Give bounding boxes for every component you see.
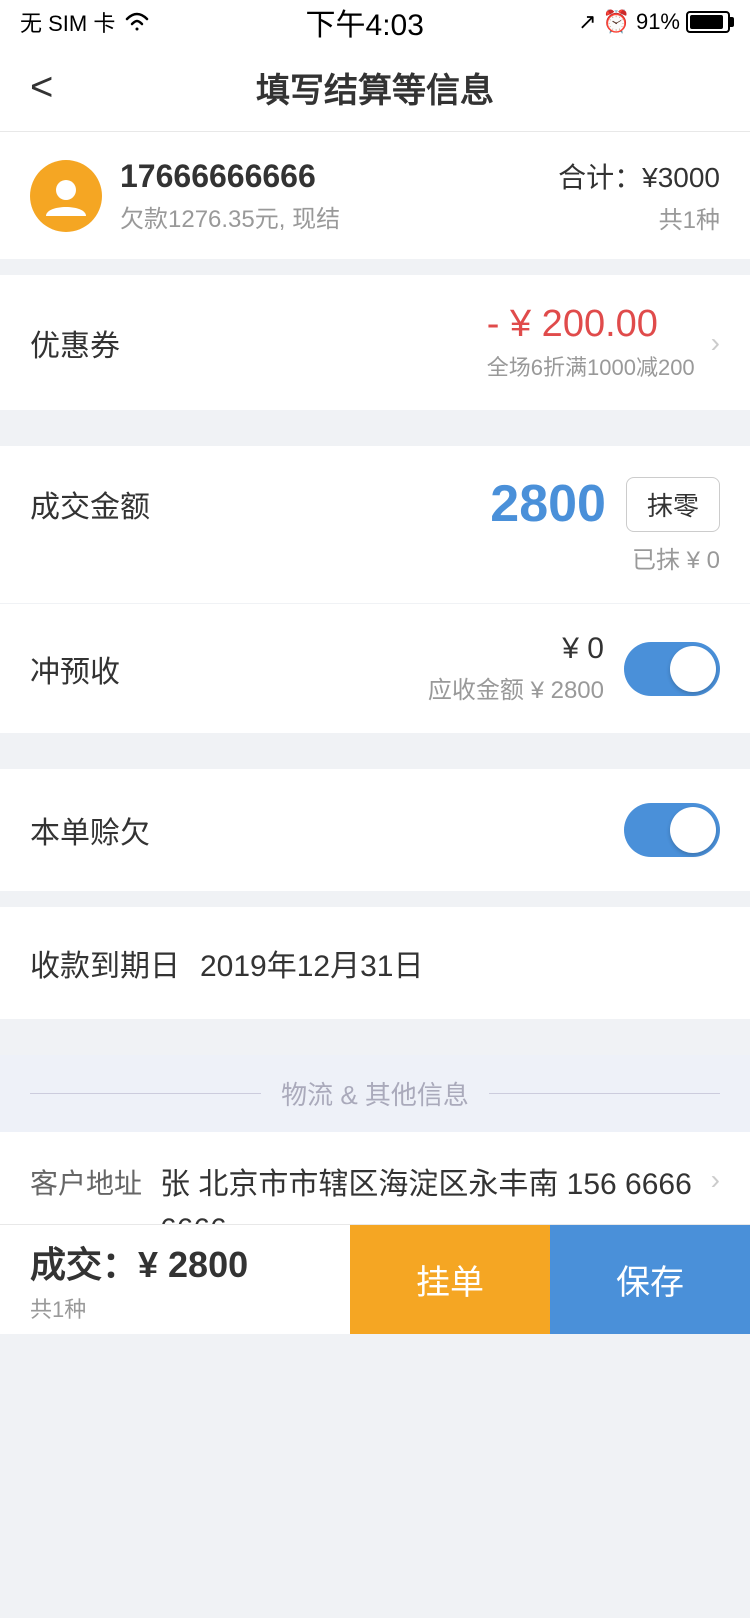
status-left: 无 SIM 卡 [20, 6, 151, 38]
coupon-discount: - ¥ 200.00 [487, 303, 695, 346]
avatar-icon [42, 172, 90, 220]
bottom-info: 成交：¥ 2800 共1种 [0, 1225, 350, 1334]
avatar [30, 160, 102, 232]
customer-left: 17666666666 欠款1276.35元, 现结 [30, 158, 340, 234]
prepay-toggle[interactable] [624, 642, 720, 696]
customer-phone: 17666666666 [120, 158, 340, 195]
logistics-divider: 物流 & 其他信息 [0, 1055, 750, 1132]
coupon-label: 优惠券 [30, 321, 120, 365]
coupon-row[interactable]: 优惠券 - ¥ 200.00 全场6折满1000减200 › [0, 275, 750, 410]
duedate-value: 2019年12月31日 [200, 941, 423, 985]
toggle-knob [670, 646, 716, 692]
section-separator-3 [0, 1035, 750, 1055]
duedate-label: 收款到期日 [30, 941, 180, 985]
bottom-total: 成交：¥ 2800 [30, 1236, 320, 1288]
bottom-bar: 成交：¥ 2800 共1种 挂单 保存 [0, 1224, 750, 1334]
save-button[interactable]: 保存 [550, 1225, 750, 1334]
customer-right: 合计：¥3000 共1种 [558, 156, 720, 235]
nav-bar: < 填写结算等信息 [0, 44, 750, 132]
amount-right: 2800 抹零 [490, 474, 720, 534]
debt-toggle[interactable] [624, 803, 720, 857]
bottom-summary-label: 成交： [30, 1244, 138, 1285]
amount-label: 成交金额 [30, 482, 150, 526]
coupon-right: - ¥ 200.00 全场6折满1000减200 › [487, 303, 720, 382]
battery-icon [686, 11, 730, 33]
bottom-summary-amount: ¥ 2800 [138, 1244, 248, 1285]
round-button[interactable]: 抹零 [626, 477, 720, 532]
divider-line-left [30, 1093, 261, 1094]
bottom-count: 共1种 [30, 1292, 320, 1324]
coupon-desc: 全场6折满1000减200 [487, 350, 695, 382]
chevron-right-icon: › [711, 327, 720, 359]
location-icon: ↗ [578, 9, 596, 35]
customer-row: 17666666666 欠款1276.35元, 现结 合计：¥3000 共1种 [0, 132, 750, 259]
sim-label: 无 SIM 卡 [20, 6, 115, 38]
logistics-label: 物流 & 其他信息 [281, 1075, 469, 1112]
address-chevron-icon: › [711, 1164, 720, 1196]
back-button[interactable]: < [30, 65, 53, 110]
item-count: 共1种 [558, 200, 720, 235]
wifi-icon [123, 11, 151, 33]
hang-button[interactable]: 挂单 [350, 1225, 550, 1334]
coupon-info: - ¥ 200.00 全场6折满1000减200 [487, 303, 695, 382]
alarm-icon: ⏰ [603, 9, 630, 35]
customer-info: 17666666666 欠款1276.35元, 现结 [120, 158, 340, 234]
prepay-row: 冲预收 ¥ 0 应收金额 ¥ 2800 [0, 603, 750, 733]
customer-sub: 欠款1276.35元, 现结 [120, 199, 340, 234]
status-right: ↗ ⏰ 91% [578, 9, 730, 35]
prepay-sub: 应收金额 ¥ 2800 [428, 670, 604, 705]
debt-toggle-knob [670, 807, 716, 853]
prepay-values: ¥ 0 应收金额 ¥ 2800 [428, 632, 604, 705]
status-time: 下午4:03 [306, 0, 424, 44]
prepay-label: 冲预收 [30, 647, 120, 691]
content-area: 17666666666 欠款1276.35元, 现结 合计：¥3000 共1种 … [0, 132, 750, 1618]
divider-line-right [489, 1093, 720, 1094]
section-separator-1 [0, 426, 750, 446]
address-label: 客户地址 [30, 1162, 160, 1202]
debt-row: 本单赊欠 [0, 769, 750, 891]
amount-row: 成交金额 2800 抹零 [30, 474, 720, 534]
amount-section: 成交金额 2800 抹零 已抹 ¥ 0 [0, 446, 750, 603]
amount-sub: 已抹 ¥ 0 [30, 540, 720, 575]
amount-value: 2800 [490, 474, 606, 534]
status-bar: 无 SIM 卡 下午4:03 ↗ ⏰ 91% [0, 0, 750, 44]
prepay-amount: ¥ 0 [428, 632, 604, 666]
battery-percent: 91% [636, 9, 680, 35]
section-separator-2 [0, 749, 750, 769]
total-amount: 合计：¥3000 [558, 156, 720, 196]
page-title: 填写结算等信息 [256, 63, 494, 112]
debt-label: 本单赊欠 [30, 808, 150, 852]
duedate-row: 收款到期日 2019年12月31日 [0, 907, 750, 1019]
prepay-right: ¥ 0 应收金额 ¥ 2800 [428, 632, 720, 705]
